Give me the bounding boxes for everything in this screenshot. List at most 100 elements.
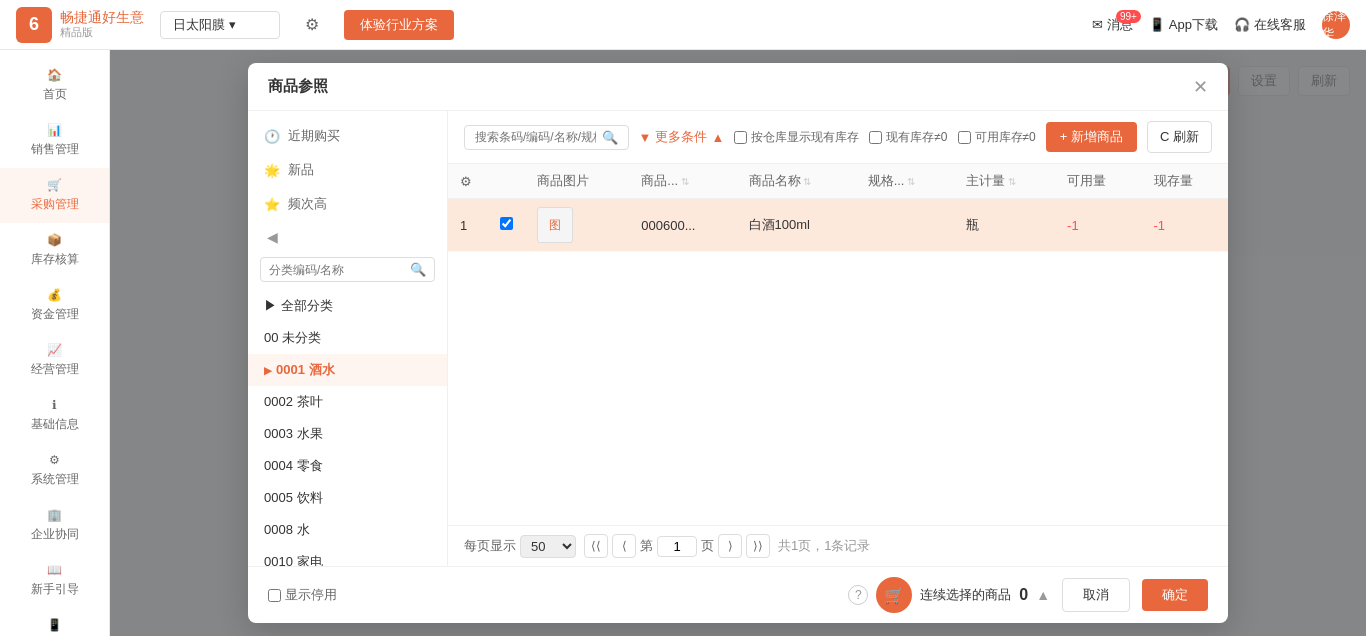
next-page-button[interactable]: ⟩ [718,534,742,558]
sidebar-label-operations: 经营管理 [31,361,79,378]
category-search-input[interactable] [269,263,406,277]
cell-stock: -1 [1142,199,1228,252]
sidebar-label-sales: 销售管理 [31,141,79,158]
category-0003[interactable]: 0003 水果 [248,418,447,450]
filter-button[interactable]: ▼ 更多条件 ▲ [639,128,725,146]
messages-nav[interactable]: ✉ 消息 99+ [1092,16,1133,34]
col-name[interactable]: 商品名称 [737,164,856,199]
left-nav-frequent[interactable]: ⭐ 频次高 [248,187,447,221]
col-spec[interactable]: 规格... [856,164,954,199]
category-search-icon: 🔍 [410,262,426,277]
enterprise-icon: 🏢 [47,508,62,522]
category-search-box[interactable]: 🔍 [260,257,435,282]
search-input[interactable] [475,130,596,144]
category-0010[interactable]: 0010 家电 [248,546,447,566]
add-product-button[interactable]: + 新增商品 [1046,122,1137,152]
table-header-row: ⚙ 商品图片 商品... 商品名称 规格... 主计量 可用量 现存量 [448,164,1228,199]
checkbox-warehouse[interactable]: 按仓库显示现有库存 [734,129,859,146]
sidebar-item-apps[interactable]: 📱 应用中心 [0,608,109,636]
category-0002[interactable]: 0002 茶叶 [248,386,447,418]
product-image: 图 [537,207,573,243]
modal-close-button[interactable]: ✕ [1193,78,1208,96]
per-page-dropdown[interactable]: 10 20 50 100 [520,535,576,558]
table-row[interactable]: 1 图 000600... 白酒100ml 瓶 [448,199,1228,252]
logo-icon: 6 [16,7,52,43]
col-stock: 现存量 [1142,164,1228,199]
checkbox-available-stock[interactable]: 可用库存≠0 [958,129,1036,146]
col-available: 可用量 [1055,164,1141,199]
checkbox-warehouse-label: 按仓库显示现有库存 [751,129,859,146]
checkbox-available-stock-input[interactable] [958,131,971,144]
show-disabled-label: 显示停用 [285,586,337,604]
logo-text: 畅捷通好生意 [60,9,144,26]
col-code[interactable]: 商品... [629,164,736,199]
sidebar-item-guide[interactable]: 📖 新手引导 [0,553,109,608]
home-icon: 🏠 [47,68,62,82]
message-icon: ✉ [1092,17,1103,32]
first-page-button[interactable]: ⟨⟨ [584,534,608,558]
sidebar-item-enterprise[interactable]: 🏢 企业协同 [0,498,109,553]
refresh-button[interactable]: C 刷新 [1147,121,1212,153]
sidebar-item-purchase[interactable]: 🛒 采购管理 [0,168,109,223]
category-00[interactable]: 00 未分类 [248,322,447,354]
prev-page-button[interactable]: ⟨ [612,534,636,558]
user-avatar[interactable]: 徐泽华 [1322,11,1350,39]
last-page-button[interactable]: ⟩⟩ [746,534,770,558]
cancel-button[interactable]: 取消 [1062,578,1130,612]
left-nav-new[interactable]: 🌟 新品 [248,153,447,187]
online-service-nav[interactable]: 🎧 在线客服 [1234,16,1306,34]
page-label: 第 [640,537,653,555]
new-icon: 🌟 [264,163,280,178]
sidebar-item-sales[interactable]: 📊 销售管理 [0,113,109,168]
finance-icon: 💰 [47,288,62,302]
category-0004[interactable]: 0004 零食 [248,450,447,482]
confirm-button[interactable]: 确定 [1142,579,1208,611]
category-0008[interactable]: 0008 水 [248,514,447,546]
left-nav-collapse[interactable]: ◀ [248,221,447,253]
sidebar-item-finance[interactable]: 💰 资金管理 [0,278,109,333]
show-disabled-checkbox[interactable]: 显示停用 [268,586,337,604]
store-name: 日太阳膜 [173,16,225,34]
checkbox-current-stock[interactable]: 现有库存≠0 [869,129,947,146]
navbar-right: ✉ 消息 99+ 📱 App下载 🎧 在线客服 徐泽华 [1092,11,1350,39]
category-0001[interactable]: ▶ 0001 酒水 [248,354,447,386]
category-0002-label: 0002 茶叶 [264,393,323,411]
settings-icon[interactable]: ⚙ [296,9,328,41]
store-selector[interactable]: 日太阳膜 ▾ [160,11,280,39]
checkbox-current-stock-input[interactable] [869,131,882,144]
app-download-label: App下载 [1169,16,1218,34]
trial-button[interactable]: 体验行业方案 [344,10,454,40]
cart-count: 0 [1019,586,1028,604]
sidebar-item-operations[interactable]: 📈 经营管理 [0,333,109,388]
col-settings[interactable]: ⚙ [448,164,488,199]
online-service-label: 在线客服 [1254,16,1306,34]
sidebar-item-inventory[interactable]: 📦 库存核算 [0,223,109,278]
show-disabled-input[interactable] [268,589,281,602]
per-page-label: 每页显示 [464,537,516,555]
sidebar-label-enterprise: 企业协同 [31,526,79,543]
app-download-nav[interactable]: 📱 App下载 [1149,16,1218,34]
table-head: ⚙ 商品图片 商品... 商品名称 规格... 主计量 可用量 现存量 [448,164,1228,199]
category-all[interactable]: ▶ 全部分类 [248,290,447,322]
sidebar-item-info[interactable]: ℹ 基础信息 [0,388,109,443]
col-unit[interactable]: 主计量 [954,164,1055,199]
cart-icon-button[interactable]: 🛒 [876,577,912,613]
checkbox-warehouse-input[interactable] [734,131,747,144]
page-input[interactable] [657,536,697,557]
phone-icon: 📱 [1149,17,1165,32]
category-0005[interactable]: 0005 饮料 [248,482,447,514]
operations-icon: 📈 [47,343,62,357]
help-icon[interactable]: ? [848,585,868,605]
row-checkbox[interactable] [500,217,513,230]
sidebar-item-home[interactable]: 🏠 首页 [0,58,109,113]
search-bar[interactable]: 🔍 [464,125,629,150]
category-0004-label: 0004 零食 [264,457,323,475]
page-nav: ⟨⟨ ⟨ 第 页 ⟩ ⟩⟩ [584,534,770,558]
sales-icon: 📊 [47,123,62,137]
sidebar-item-system[interactable]: ⚙ 系统管理 [0,443,109,498]
cart-collapse-icon[interactable]: ▲ [1036,587,1050,603]
cell-name: 白酒100ml [737,199,856,252]
left-nav-recent[interactable]: 🕐 近期购买 [248,119,447,153]
sidebar-label-guide: 新手引导 [31,581,79,598]
per-page-select[interactable]: 每页显示 10 20 50 100 [464,535,576,558]
